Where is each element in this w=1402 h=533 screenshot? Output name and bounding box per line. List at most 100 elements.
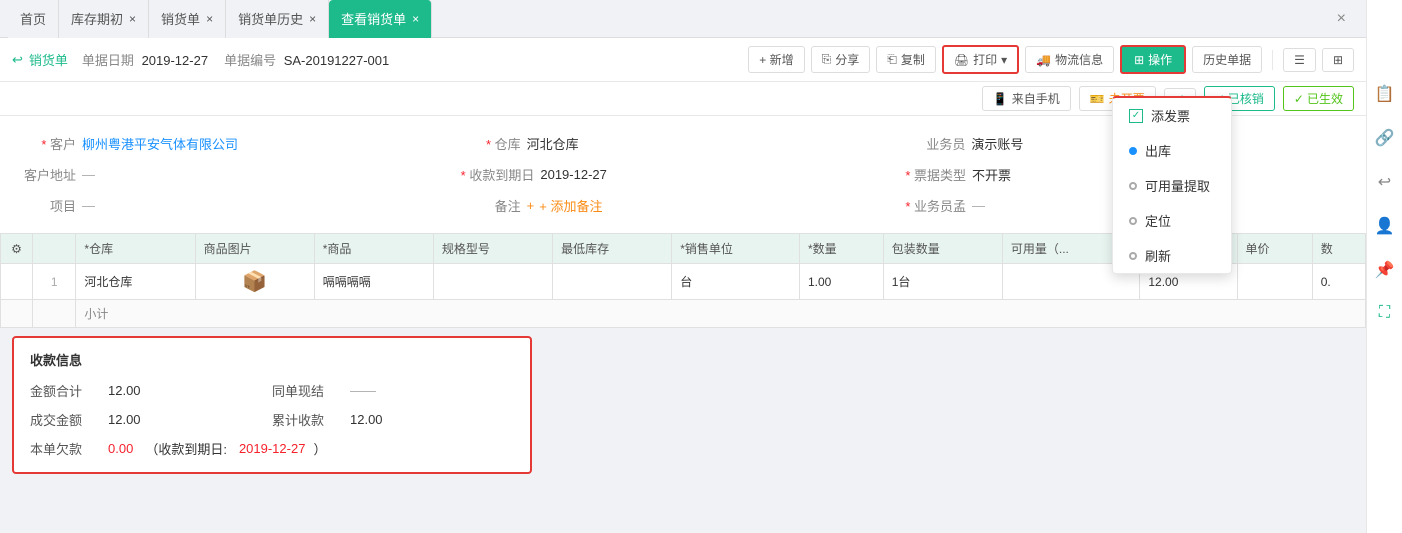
view-list-button[interactable]: ☰ (1283, 48, 1316, 72)
owed-label: 本单欠款 (30, 439, 100, 458)
sidebar-doc-icon[interactable]: 📋 (1371, 80, 1399, 108)
same-order-value: —— (350, 383, 376, 398)
tab-view-sales-close[interactable]: × (412, 12, 419, 26)
radio-empty-icon (1129, 182, 1137, 190)
subtotal-row: 小计 (1, 300, 1366, 328)
dropdown-available-qty[interactable]: 可用量提取 (1113, 168, 1231, 203)
copy-icon: ⎗ (887, 52, 897, 67)
window-close-button[interactable]: × (1325, 10, 1358, 28)
row-unit: 台 (672, 264, 800, 300)
tab-inventory[interactable]: 库存期初 × (59, 0, 149, 38)
add-note-button[interactable]: + + 添加备注 (527, 196, 603, 215)
tab-home[interactable]: 首页 (8, 0, 59, 38)
effect-status-button[interactable]: ✓ 已生效 (1283, 86, 1354, 111)
copy-button[interactable]: ⎗ 复制 (876, 46, 936, 73)
print-icon: 🖨 (954, 53, 969, 67)
subtotal-label: 小计 (76, 300, 1366, 328)
row-num: 1 (33, 264, 76, 300)
amount-value: 12.00 (108, 383, 141, 398)
payment-group: 收款到期日 2019-12-27 (461, 165, 906, 184)
payment-title: 收款信息 (30, 350, 514, 369)
dropdown-locate[interactable]: 定位 (1113, 203, 1231, 238)
tab-sales[interactable]: 销货单 × (149, 0, 226, 38)
grid-icon: ⊞ (1134, 53, 1144, 67)
toolbar-actions: + 新增 ⎘ 分享 ⎗ 复制 🖨 打印 ▾ 🚚 物流信息 (748, 45, 1354, 74)
dropdown-out-stock[interactable]: 出库 (1113, 133, 1231, 168)
ticket-icon: 🎫 (1090, 92, 1105, 106)
doc-icon: ↩ (12, 52, 23, 68)
sidebar-user-icon[interactable]: 👤 (1371, 212, 1399, 240)
phone-button[interactable]: 📱 来自手机 (982, 86, 1071, 111)
right-sidebar: 📋 🔗 ↩ 👤 📌 ⛶ (1366, 0, 1402, 533)
logistics-button[interactable]: 🚚 物流信息 (1025, 46, 1114, 73)
col-unit: *销售单位 (672, 234, 800, 264)
print-button[interactable]: 🖨 打印 ▾ (942, 45, 1019, 74)
col-min-stock: 最低库存 (553, 234, 672, 264)
subtotal-empty-1 (1, 300, 33, 328)
col-warehouse: *仓库 (76, 234, 195, 264)
tab-bar: 首页 库存期初 × 销货单 × 销货单历史 × 查看销货单 × × (0, 0, 1366, 38)
payment-label: 收款到期日 (461, 165, 535, 184)
row-actions (1, 264, 33, 300)
customer-group: 客户 柳州粤港平安气体有限公司 (16, 134, 461, 153)
row-price (1237, 264, 1312, 300)
tab-sales-history-close[interactable]: × (309, 12, 316, 26)
sidebar-expand-icon[interactable]: ⛶ (1375, 300, 1394, 326)
operate-button[interactable]: ⊞ 操作 (1120, 45, 1186, 74)
owed-date: 2019-12-27 (239, 441, 306, 456)
sidebar-undo-icon[interactable]: ↩ (1374, 168, 1395, 196)
owed-close: ） (313, 439, 326, 458)
tab-view-sales[interactable]: 查看销货单 × (329, 0, 432, 38)
same-order-label: 同单现结 (272, 381, 342, 400)
product-image: 📦 (242, 271, 267, 293)
truck-icon: 🚚 (1036, 53, 1051, 67)
dropdown-add-invoice[interactable]: ✓ 添发票 (1113, 98, 1231, 133)
view-grid-button[interactable]: ⊞ (1322, 48, 1354, 72)
radio-dot-icon (1129, 147, 1137, 155)
new-button[interactable]: + 新增 (748, 46, 804, 73)
dropdown-arrow-icon: ▾ (1001, 53, 1007, 67)
warehouse-value: 河北仓库 (527, 134, 906, 153)
warehouse-label: 仓库 (461, 134, 521, 153)
cumul-label: 累计收款 (272, 410, 342, 429)
sidebar-pin-icon[interactable]: 📌 (1371, 256, 1399, 284)
amount-row: 金额合计 12.00 (30, 379, 272, 402)
doc-number: 单据编号 SA-20191227-001 (224, 50, 389, 69)
radio-empty-icon-2 (1129, 217, 1137, 225)
dropdown-refresh[interactable]: 刷新 (1113, 238, 1231, 273)
row-product: 嗝嗝嗝嗝 (314, 264, 433, 300)
address-group: 客户地址 — (16, 165, 461, 184)
history-button[interactable]: 历史单据 (1192, 46, 1262, 73)
col-settings[interactable]: ⚙ (1, 234, 33, 264)
tab-sales-close[interactable]: × (206, 12, 213, 26)
row-img: 📦 (195, 264, 314, 300)
share-button[interactable]: ⎘ 分享 (811, 46, 871, 73)
col-product: *商品 (314, 234, 433, 264)
cumul-row: 累计收款 12.00 (272, 408, 514, 431)
share-icon: ⎘ (822, 52, 832, 67)
row-pkg-qty: 1台 (883, 264, 1002, 300)
plus-icon: + (527, 198, 535, 213)
staff2-label: 业务员孟 (905, 196, 966, 215)
col-num (33, 234, 76, 264)
row-min-stock (553, 264, 672, 300)
tab-inventory-close[interactable]: × (129, 12, 136, 26)
address-label: 客户地址 (16, 165, 76, 184)
doc-type-label: ↩ 销货单 (12, 50, 68, 69)
col-qty: *数量 (799, 234, 883, 264)
cumul-value: 12.00 (350, 412, 383, 427)
doc-meta: 单据日期 2019-12-27 单据编号 SA-20191227-001 (82, 50, 389, 69)
phone-icon: 📱 (993, 92, 1008, 106)
sidebar-link-icon[interactable]: 🔗 (1371, 124, 1399, 152)
payment-grid: 金额合计 12.00 同单现结 —— 成交金额 12.00 累计收款 12.00 (30, 379, 514, 460)
col-other: 数 (1312, 234, 1365, 264)
customer-value[interactable]: 柳州粤港平安气体有限公司 (82, 134, 461, 153)
owed-row: 本单欠款 0.00 （收款到期日: 2019-12-27 ） (30, 437, 514, 460)
note-label: 备注 (461, 196, 521, 215)
amount-label: 金额合计 (30, 381, 100, 400)
deal-row: 成交金额 12.00 (30, 408, 272, 431)
toolbar-divider (1272, 50, 1273, 70)
row-qty: 1.00 (799, 264, 883, 300)
tab-sales-history[interactable]: 销货单历史 × (226, 0, 329, 38)
radio-empty-icon-3 (1129, 252, 1137, 260)
